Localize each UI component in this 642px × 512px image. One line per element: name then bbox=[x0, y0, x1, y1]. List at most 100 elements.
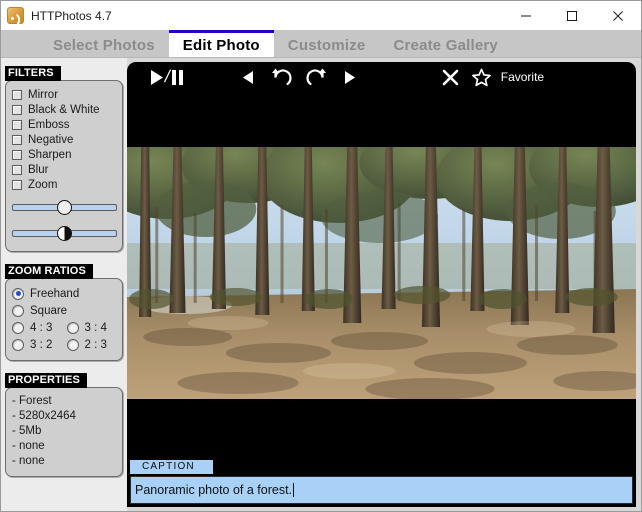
filter-checkbox-negative[interactable]: Negative bbox=[12, 132, 117, 147]
properties-panel-header: PROPERTIES bbox=[5, 373, 87, 388]
radio-icon[interactable] bbox=[66, 321, 79, 334]
favorite-controls: Favorite bbox=[442, 68, 544, 87]
checkbox-icon[interactable] bbox=[12, 119, 22, 130]
filter-checkbox-blur[interactable]: Blur bbox=[12, 162, 117, 177]
contrast-icon[interactable] bbox=[57, 225, 72, 241]
tab-create-gallery[interactable]: Create Gallery bbox=[379, 30, 512, 57]
rotate-right-button[interactable] bbox=[306, 67, 327, 87]
previous-button[interactable] bbox=[242, 70, 255, 85]
radio-icon[interactable] bbox=[12, 287, 24, 300]
zoom-ratio-square[interactable]: Square bbox=[12, 302, 117, 319]
rotate-left-icon bbox=[271, 68, 292, 86]
radio-icon[interactable] bbox=[66, 338, 79, 351]
property-name: - Forest bbox=[12, 395, 52, 407]
filters-panel-header: FILTERS bbox=[5, 66, 61, 81]
maximize-button[interactable] bbox=[549, 1, 595, 30]
zoom-ratio-label: Freehand bbox=[30, 287, 80, 300]
minimize-icon bbox=[521, 15, 531, 16]
app-window: HTTPhotos 4.7 Select Photos Edit Photo C… bbox=[0, 0, 642, 512]
pause-button[interactable] bbox=[171, 69, 184, 86]
zoom-ratio-label: 3 : 4 bbox=[84, 321, 107, 334]
app-title: HTTPhotos 4.7 bbox=[31, 8, 112, 23]
title-bar: HTTPhotos 4.7 bbox=[1, 1, 641, 30]
tab-edit-photo[interactable]: Edit Photo bbox=[168, 30, 274, 57]
star-icon bbox=[471, 68, 491, 86]
filter-checkbox-emboss[interactable]: Emboss bbox=[12, 117, 117, 132]
checkbox-icon[interactable] bbox=[12, 149, 22, 160]
filter-checkbox-black-and-white[interactable]: Black & White bbox=[12, 102, 117, 117]
maximize-icon bbox=[567, 10, 577, 21]
sun-icon[interactable] bbox=[57, 199, 72, 215]
close-icon bbox=[613, 10, 623, 21]
content-area: FILTERS Mirror Black & White Emboss Nega… bbox=[1, 58, 641, 511]
forest-photo[interactable] bbox=[127, 146, 636, 399]
zoom-ratio-label: 2 : 3 bbox=[84, 338, 107, 351]
filter-checkbox-zoom[interactable]: Zoom bbox=[12, 177, 117, 192]
navigation-controls bbox=[242, 67, 356, 87]
zoom-ratio-grid: 4 : 3 3 : 4 3 : 2 2 : 3 bbox=[12, 319, 117, 353]
brightness-slider[interactable] bbox=[12, 196, 117, 218]
pause-icon bbox=[171, 69, 183, 85]
next-button[interactable] bbox=[343, 70, 356, 85]
filter-label: Blur bbox=[28, 163, 49, 176]
filter-label: Negative bbox=[28, 133, 74, 146]
tab-select-photos[interactable]: Select Photos bbox=[39, 30, 169, 57]
zoom-ratios-panel: ZOOM RATIOS Freehand Square 4 : 3 3: 4 … bbox=[5, 261, 123, 361]
next-icon bbox=[344, 70, 355, 84]
property-extra-1: - none bbox=[12, 440, 45, 452]
radio-icon[interactable] bbox=[12, 304, 24, 317]
photo-viewer: / Favorite bbox=[127, 62, 636, 453]
tab-customize[interactable]: Customize bbox=[274, 30, 380, 57]
rss-photo-icon bbox=[7, 7, 24, 24]
photo-toolbar: / Favorite bbox=[127, 62, 636, 92]
photo-canvas[interactable] bbox=[127, 92, 636, 453]
filter-label: Sharpen bbox=[28, 148, 72, 161]
close-button[interactable] bbox=[595, 1, 641, 30]
radio-icon[interactable] bbox=[12, 338, 24, 351]
window-controls bbox=[503, 1, 641, 30]
checkbox-icon[interactable] bbox=[12, 89, 22, 100]
radio-icon[interactable] bbox=[12, 321, 24, 334]
zoom-ratio-3-2[interactable]: 3 : 2 bbox=[12, 336, 63, 353]
rotate-left-button[interactable] bbox=[271, 67, 292, 87]
zoom-ratio-label: 4 : 3 bbox=[30, 321, 53, 334]
text-cursor bbox=[293, 483, 295, 497]
filters-panel: FILTERS Mirror Black & White Emboss Nega… bbox=[5, 63, 123, 252]
zoom-ratios-panel-body: Freehand Square 4 : 3 3 : 4 3: 2 2: 3 bbox=[5, 278, 123, 361]
filter-checkbox-mirror[interactable]: Mirror bbox=[12, 87, 117, 102]
property-dimensions: - 5280x2464 bbox=[12, 410, 76, 422]
tab-bar: Select Photos Edit Photo Customize Creat… bbox=[1, 30, 641, 58]
filter-checkbox-sharpen[interactable]: Sharpen bbox=[12, 147, 117, 162]
zoom-ratio-label: 3 : 2 bbox=[30, 338, 53, 351]
property-filesize: - 5Mb bbox=[12, 425, 42, 437]
zoom-ratio-4-3[interactable]: 4 : 3 bbox=[12, 319, 63, 336]
playback-controls: / bbox=[149, 67, 184, 87]
properties-panel: PROPERTIES - Forest - 5280x2464 - 5Mb - … bbox=[5, 370, 123, 477]
checkbox-icon[interactable] bbox=[12, 179, 22, 190]
property-extra-2: - none bbox=[12, 455, 45, 467]
favorite-star-button[interactable] bbox=[471, 68, 491, 87]
filter-label: Emboss bbox=[28, 118, 70, 131]
title-bar-left: HTTPhotos 4.7 bbox=[1, 7, 112, 24]
close-photo-button[interactable] bbox=[442, 69, 459, 86]
caption-label: CAPTION bbox=[130, 460, 213, 474]
caption-input[interactable]: Panoramic photo of a forest. bbox=[130, 476, 633, 504]
checkbox-icon[interactable] bbox=[12, 134, 22, 145]
minimize-button[interactable] bbox=[503, 1, 549, 30]
close-icon bbox=[442, 69, 459, 85]
zoom-ratio-3-4[interactable]: 3 : 4 bbox=[66, 319, 118, 336]
filters-panel-body: Mirror Black & White Emboss Negative Sha… bbox=[5, 80, 123, 252]
favorite-label: Favorite bbox=[500, 70, 545, 84]
checkbox-icon[interactable] bbox=[12, 164, 22, 175]
previous-icon bbox=[242, 70, 253, 84]
checkbox-icon[interactable] bbox=[12, 104, 22, 115]
sidebar: FILTERS Mirror Black & White Emboss Nega… bbox=[1, 58, 127, 511]
zoom-ratio-label: Square bbox=[30, 304, 68, 317]
zoom-ratios-panel-header: ZOOM RATIOS bbox=[5, 264, 93, 279]
contrast-slider[interactable] bbox=[12, 222, 117, 244]
filter-label: Black & White bbox=[28, 103, 100, 116]
rotate-right-icon bbox=[306, 68, 326, 86]
zoom-ratio-2-3[interactable]: 2 : 3 bbox=[66, 336, 118, 353]
filter-label: Zoom bbox=[28, 178, 58, 191]
zoom-ratio-freehand[interactable]: Freehand bbox=[12, 285, 117, 302]
